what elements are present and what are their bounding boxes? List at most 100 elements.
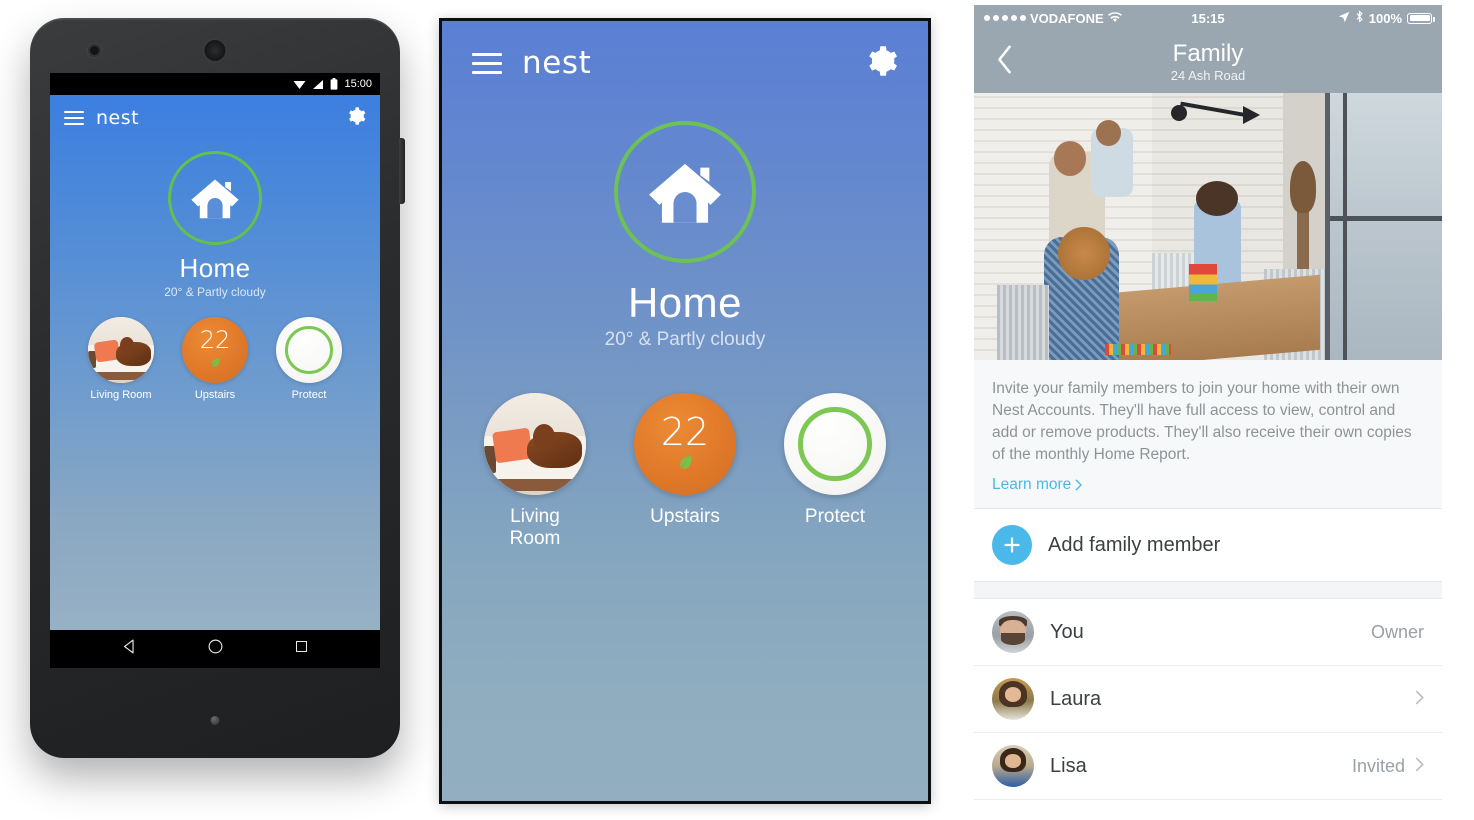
section-divider — [974, 581, 1442, 599]
member-status-label: Invited — [1351, 755, 1405, 776]
wifi-icon — [293, 79, 306, 90]
chevron-right-icon — [1075, 479, 1083, 491]
carrier-name: VODAFONE — [1030, 10, 1104, 26]
learn-more-label: Learn more — [992, 476, 1072, 493]
plus-circle-icon — [992, 525, 1032, 565]
carrier-indicator: VODAFONE — [984, 11, 1122, 26]
tablet-device-tiles: Living Room 22 Upstairs Protect — [442, 393, 928, 550]
family-description-block: Invite your family members to join your … — [974, 360, 1442, 509]
house-icon[interactable] — [168, 151, 262, 245]
power-button[interactable] — [399, 138, 405, 204]
chevron-left-icon[interactable] — [996, 45, 1013, 79]
page-title: Home — [179, 253, 251, 283]
tile-label: Living Room — [509, 506, 561, 549]
add-family-member-button[interactable]: Add family member — [974, 509, 1442, 581]
iphone-family-screen: VODAFONE 15:15 100% Family 24 Ash Road I… — [974, 5, 1442, 816]
recents-square-icon[interactable] — [294, 639, 309, 659]
chevron-right-icon — [1415, 756, 1424, 777]
android-home-hero: Home 20° & Partly cloudy — [50, 151, 380, 299]
leaf-icon — [210, 355, 221, 373]
android-clock: 15:00 — [344, 78, 372, 90]
hamburger-menu-icon[interactable] — [64, 111, 84, 125]
location-arrow-icon — [1338, 11, 1350, 26]
page-subtitle: 24 Ash Road — [1170, 68, 1246, 84]
avatar — [992, 745, 1034, 787]
member-meta — [1405, 689, 1424, 710]
android-navigation-bar — [50, 630, 380, 668]
android-topbar: nest — [50, 95, 380, 141]
member-row-lisa[interactable]: Lisa Invited — [974, 733, 1442, 800]
ios-navbar: Family 24 Ash Road — [974, 31, 1442, 93]
member-name: Lisa — [1050, 754, 1087, 777]
nest-logo: nest — [522, 45, 592, 81]
leaf-icon — [677, 454, 694, 476]
tile-label: Upstairs — [650, 506, 720, 527]
avatar — [992, 678, 1034, 720]
battery-percent: 100% — [1368, 10, 1402, 26]
thermostat-temperature: 22 — [199, 325, 231, 354]
front-camera-icon — [88, 44, 101, 57]
device-tile-living-room[interactable]: Living Room — [88, 317, 154, 401]
page-title: Family — [1172, 39, 1244, 67]
add-family-member-label: Add family member — [1048, 533, 1221, 556]
tablet-mockup: nest Home 20° & Partly cloudy Living Roo… — [439, 18, 931, 804]
tile-label: Protect — [804, 506, 866, 527]
device-tile-living-room[interactable]: Living Room — [484, 393, 586, 550]
protect-ring-icon — [276, 317, 342, 383]
member-row-you[interactable]: You Owner — [974, 599, 1442, 666]
wifi-icon — [1107, 11, 1122, 26]
bluetooth-icon — [1355, 10, 1364, 26]
chevron-right-icon — [1415, 689, 1424, 710]
home-circle-icon[interactable] — [207, 638, 224, 660]
android-status-bar: 15:00 — [50, 73, 380, 95]
device-tile-upstairs[interactable]: 22 Upstairs — [634, 393, 736, 550]
tile-label: Protect — [291, 389, 327, 401]
ios-status-bar: VODAFONE 15:15 100% — [974, 5, 1442, 31]
protect-ring-icon — [784, 393, 886, 495]
avatar — [992, 611, 1034, 653]
screenshot-stage: 15:00 nest Home 20° & Partly cloudy Livi… — [0, 0, 1474, 820]
signal-dots-icon — [984, 15, 1026, 21]
camera-thumbnail-icon — [484, 393, 586, 495]
camera-thumbnail-icon — [88, 317, 154, 383]
battery-icon — [1407, 12, 1435, 24]
earpiece-speaker-icon — [204, 40, 226, 61]
android-screen: 15:00 nest Home 20° & Partly cloudy Livi… — [50, 73, 380, 668]
weather-status: 20° & Partly cloudy — [164, 285, 266, 299]
learn-more-link[interactable]: Learn more — [992, 476, 1083, 494]
android-phone-mockup: 15:00 nest Home 20° & Partly cloudy Livi… — [30, 18, 405, 758]
tablet-topbar: nest — [442, 21, 928, 105]
android-nest-app: nest Home 20° & Partly cloudy Living Roo… — [50, 95, 380, 630]
android-device-tiles: Living Room 22 Upstairs Protect — [50, 317, 380, 401]
tablet-nest-app: nest Home 20° & Partly cloudy Living Roo… — [442, 21, 928, 801]
hamburger-menu-icon[interactable] — [472, 52, 502, 74]
member-role: Owner — [1371, 622, 1424, 643]
tablet-home-hero: Home 20° & Partly cloudy — [442, 121, 928, 351]
family-photo — [974, 93, 1442, 360]
member-name: You — [1050, 620, 1084, 643]
member-row-laura[interactable]: Laura — [974, 666, 1442, 733]
device-tile-protect[interactable]: Protect — [276, 317, 342, 401]
gear-icon[interactable] — [864, 44, 898, 83]
thermostat-dial-icon: 22 — [634, 393, 736, 495]
gear-icon[interactable] — [346, 106, 366, 131]
nest-logo: nest — [96, 107, 140, 129]
ios-clock: 15:15 — [1191, 10, 1225, 26]
battery-icon — [330, 78, 338, 90]
weather-status: 20° & Partly cloudy — [604, 329, 766, 350]
house-icon[interactable] — [614, 121, 756, 263]
tile-label: Upstairs — [194, 389, 236, 401]
page-title: Home — [627, 279, 743, 326]
microphone-icon — [210, 716, 220, 725]
member-status: Invited — [1352, 756, 1424, 777]
status-right-group: 100% — [1338, 10, 1435, 26]
tile-label: Living Room — [90, 389, 152, 401]
member-name: Laura — [1050, 687, 1102, 710]
thermostat-dial-icon: 22 — [182, 317, 248, 383]
description-text: Invite your family members to join your … — [992, 380, 1412, 463]
device-tile-upstairs[interactable]: 22 Upstairs — [182, 317, 248, 401]
thermostat-temperature: 22 — [660, 409, 710, 454]
device-tile-protect[interactable]: Protect — [784, 393, 886, 550]
member-role-label: Owner — [1370, 621, 1424, 642]
back-triangle-icon[interactable] — [121, 638, 138, 660]
